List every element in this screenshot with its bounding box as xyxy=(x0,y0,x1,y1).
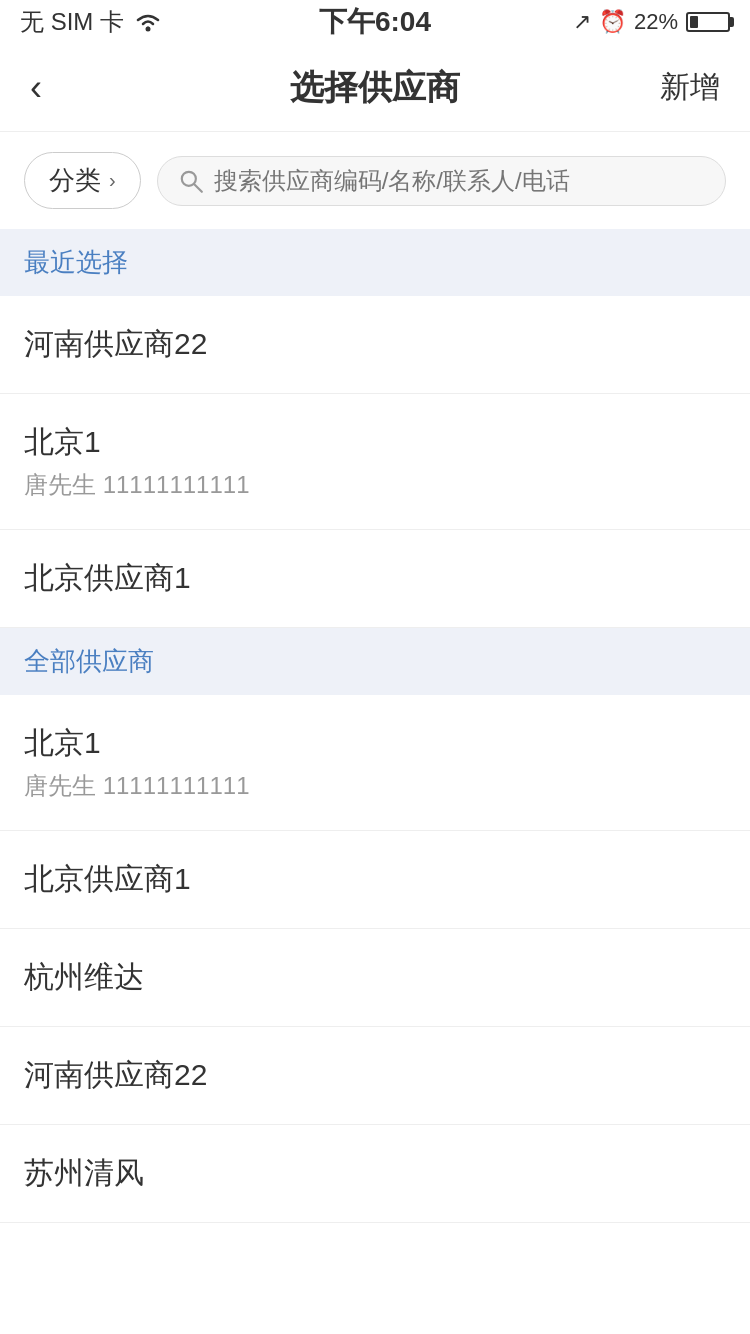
recent-section-header: 最近选择 xyxy=(0,229,750,296)
battery-icon xyxy=(686,12,730,32)
list-item[interactable]: 北京供应商1 xyxy=(0,831,750,929)
status-left: 无 SIM 卡 xyxy=(20,6,162,38)
wifi-icon xyxy=(134,12,162,32)
item-name: 北京1 xyxy=(24,422,726,463)
search-icon xyxy=(178,168,204,194)
no-sim-label: 无 SIM 卡 xyxy=(20,6,124,38)
all-items-list: 北京1 唐先生 11111111111 北京供应商1 杭州维达 河南供应商22 … xyxy=(0,695,750,1223)
item-name: 北京供应商1 xyxy=(24,558,726,599)
item-name: 北京1 xyxy=(24,723,726,764)
item-sub: 唐先生 11111111111 xyxy=(24,469,726,501)
category-label: 分类 xyxy=(49,163,101,198)
list-item[interactable]: 北京1 唐先生 11111111111 xyxy=(0,394,750,530)
recent-section-label: 最近选择 xyxy=(24,247,128,277)
filter-bar: 分类 › xyxy=(0,132,750,229)
status-bar: 无 SIM 卡 下午6:04 ↗ ⏰ 22% xyxy=(0,0,750,44)
status-time: 下午6:04 xyxy=(319,3,431,41)
list-item[interactable]: 河南供应商22 xyxy=(0,1027,750,1125)
item-name: 河南供应商22 xyxy=(24,324,726,365)
list-item[interactable]: 北京供应商1 xyxy=(0,530,750,628)
location-icon: ↗ xyxy=(573,9,591,35)
chevron-right-icon: › xyxy=(109,169,116,192)
status-right: ↗ ⏰ 22% xyxy=(573,9,730,35)
list-item[interactable]: 北京1 唐先生 11111111111 xyxy=(0,695,750,831)
item-name: 苏州清风 xyxy=(24,1153,726,1194)
list-item[interactable]: 杭州维达 xyxy=(0,929,750,1027)
alarm-icon: ⏰ xyxy=(599,9,626,35)
list-item[interactable]: 河南供应商22 xyxy=(0,296,750,394)
search-box[interactable] xyxy=(157,156,726,206)
item-name: 杭州维达 xyxy=(24,957,726,998)
battery-pct: 22% xyxy=(634,9,678,35)
search-input[interactable] xyxy=(214,167,705,195)
category-button[interactable]: 分类 › xyxy=(24,152,141,209)
back-button[interactable]: ‹ xyxy=(30,67,90,109)
item-name: 河南供应商22 xyxy=(24,1055,726,1096)
item-name: 北京供应商1 xyxy=(24,859,726,900)
all-section-header: 全部供应商 xyxy=(0,628,750,695)
all-section-label: 全部供应商 xyxy=(24,646,154,676)
item-sub: 唐先生 11111111111 xyxy=(24,770,726,802)
nav-bar: ‹ 选择供应商 新增 xyxy=(0,44,750,132)
recent-items-list: 河南供应商22 北京1 唐先生 11111111111 北京供应商1 xyxy=(0,296,750,628)
add-button[interactable]: 新增 xyxy=(660,67,720,108)
page-title: 选择供应商 xyxy=(90,65,660,111)
list-item[interactable]: 苏州清风 xyxy=(0,1125,750,1223)
svg-point-0 xyxy=(146,27,151,32)
svg-line-2 xyxy=(194,184,202,192)
